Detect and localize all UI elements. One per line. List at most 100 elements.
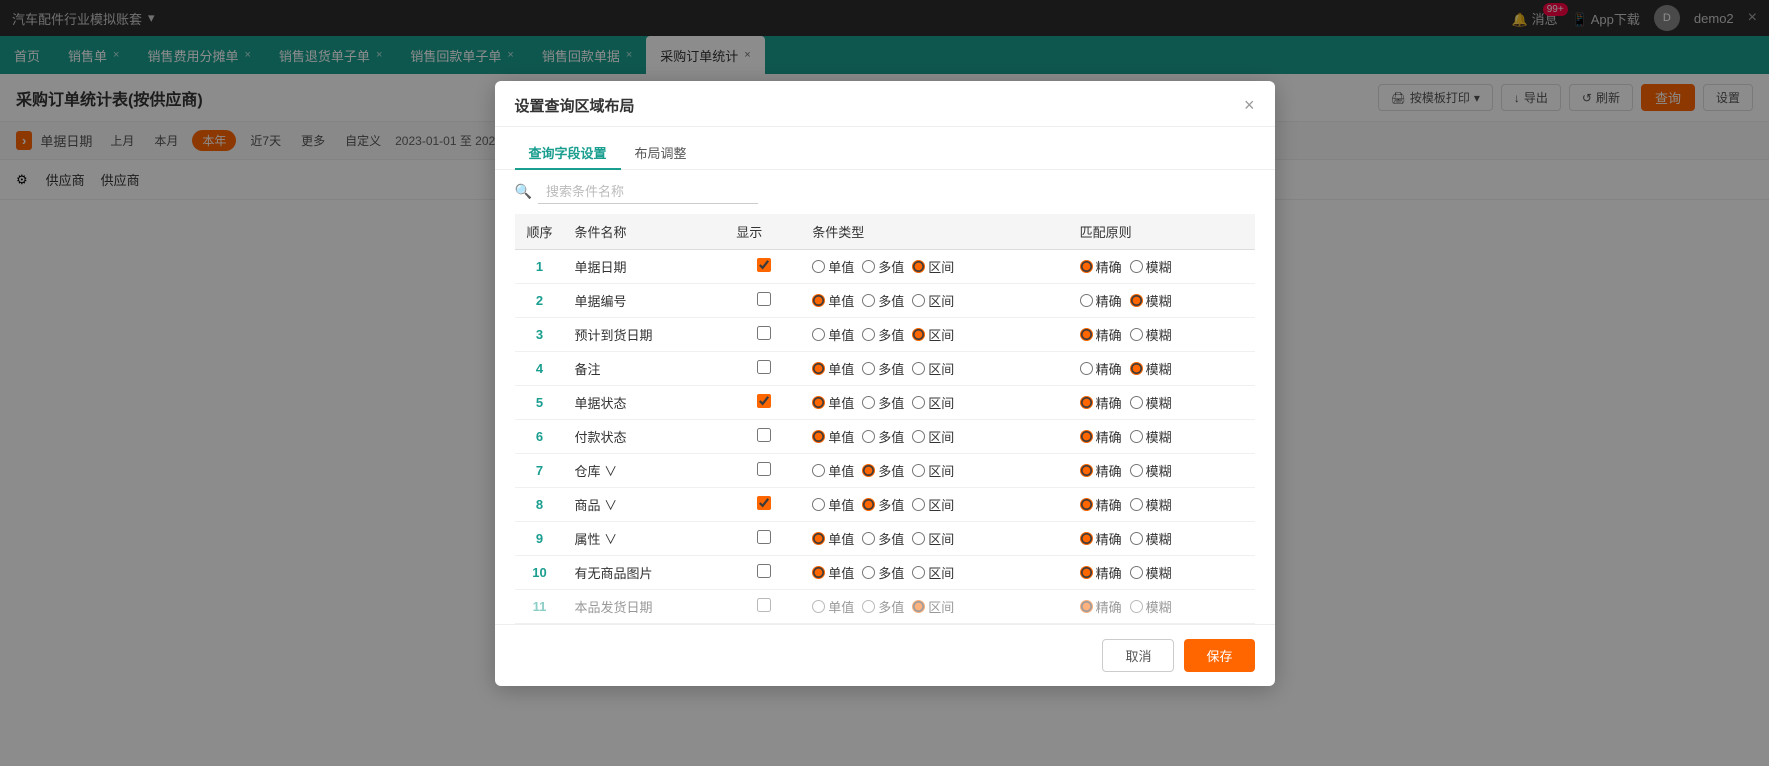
type-option-多值-5[interactable]: 多值	[862, 393, 904, 412]
match-option-精确-2[interactable]: 精确	[1080, 291, 1122, 310]
type-option-单值-7[interactable]: 单值	[812, 461, 854, 480]
row-display-3[interactable]	[726, 317, 802, 351]
type-option-区间-10[interactable]: 区间	[912, 563, 954, 582]
type-radio-单值-9[interactable]	[812, 532, 825, 545]
row-display-8[interactable]	[726, 487, 802, 521]
type-radio-多值-4[interactable]	[862, 362, 875, 375]
match-radio-精确-5[interactable]	[1080, 396, 1093, 409]
type-radio-区间-2[interactable]	[912, 294, 925, 307]
match-radio-模糊-8[interactable]	[1130, 498, 1143, 511]
match-radio-精确-8[interactable]	[1080, 498, 1093, 511]
type-option-多值-2[interactable]: 多值	[862, 291, 904, 310]
display-checkbox-10[interactable]	[757, 564, 771, 578]
type-radio-多值-10[interactable]	[862, 566, 875, 579]
match-radio-模糊-9[interactable]	[1130, 532, 1143, 545]
match-option-精确-11[interactable]: 精确	[1080, 597, 1122, 616]
type-radio-单值-3[interactable]	[812, 328, 825, 341]
type-radio-区间-5[interactable]	[912, 396, 925, 409]
type-option-单值-6[interactable]: 单值	[812, 427, 854, 446]
type-radio-单值-2[interactable]	[812, 294, 825, 307]
match-radio-模糊-6[interactable]	[1130, 430, 1143, 443]
type-option-多值-9[interactable]: 多值	[862, 529, 904, 548]
type-radio-多值-2[interactable]	[862, 294, 875, 307]
type-radio-多值-9[interactable]	[862, 532, 875, 545]
row-display-1[interactable]	[726, 249, 802, 283]
match-option-模糊-9[interactable]: 模糊	[1130, 529, 1172, 548]
match-option-精确-7[interactable]: 精确	[1080, 461, 1122, 480]
match-option-模糊-4[interactable]: 模糊	[1130, 359, 1172, 378]
search-input[interactable]	[538, 180, 758, 204]
match-option-精确-9[interactable]: 精确	[1080, 529, 1122, 548]
type-radio-多值-5[interactable]	[862, 396, 875, 409]
type-option-单值-9[interactable]: 单值	[812, 529, 854, 548]
type-radio-多值-1[interactable]	[862, 260, 875, 273]
row-display-5[interactable]	[726, 385, 802, 419]
type-option-单值-4[interactable]: 单值	[812, 359, 854, 378]
type-option-单值-3[interactable]: 单值	[812, 325, 854, 344]
type-radio-多值-6[interactable]	[862, 430, 875, 443]
type-radio-单值-8[interactable]	[812, 498, 825, 511]
type-radio-区间-11[interactable]	[912, 600, 925, 613]
type-option-多值-8[interactable]: 多值	[862, 495, 904, 514]
type-radio-单值-6[interactable]	[812, 430, 825, 443]
match-option-模糊-3[interactable]: 模糊	[1130, 325, 1172, 344]
row-display-2[interactable]	[726, 283, 802, 317]
match-radio-精确-4[interactable]	[1080, 362, 1093, 375]
type-radio-区间-9[interactable]	[912, 532, 925, 545]
row-display-9[interactable]	[726, 521, 802, 555]
match-option-精确-8[interactable]: 精确	[1080, 495, 1122, 514]
type-radio-多值-11[interactable]	[862, 600, 875, 613]
type-option-多值-4[interactable]: 多值	[862, 359, 904, 378]
type-option-单值-10[interactable]: 单值	[812, 563, 854, 582]
match-option-模糊-5[interactable]: 模糊	[1130, 393, 1172, 412]
type-option-多值-7[interactable]: 多值	[862, 461, 904, 480]
type-radio-单值-10[interactable]	[812, 566, 825, 579]
match-radio-模糊-5[interactable]	[1130, 396, 1143, 409]
type-radio-单值-5[interactable]	[812, 396, 825, 409]
display-checkbox-3[interactable]	[757, 326, 771, 340]
type-option-区间-11[interactable]: 区间	[912, 597, 954, 616]
type-radio-单值-11[interactable]	[812, 600, 825, 613]
type-radio-多值-3[interactable]	[862, 328, 875, 341]
match-option-模糊-11[interactable]: 模糊	[1130, 597, 1172, 616]
type-option-多值-10[interactable]: 多值	[862, 563, 904, 582]
dialog-close-btn[interactable]: ×	[1244, 96, 1255, 114]
match-radio-精确-10[interactable]	[1080, 566, 1093, 579]
row-display-4[interactable]	[726, 351, 802, 385]
display-checkbox-1[interactable]	[757, 258, 771, 272]
match-option-精确-5[interactable]: 精确	[1080, 393, 1122, 412]
tab-query-fields[interactable]: 查询字段设置	[515, 137, 621, 170]
display-checkbox-5[interactable]	[757, 394, 771, 408]
type-option-多值-11[interactable]: 多值	[862, 597, 904, 616]
type-option-区间-8[interactable]: 区间	[912, 495, 954, 514]
type-option-区间-2[interactable]: 区间	[912, 291, 954, 310]
type-radio-区间-1[interactable]	[912, 260, 925, 273]
match-option-模糊-10[interactable]: 模糊	[1130, 563, 1172, 582]
display-checkbox-8[interactable]	[757, 496, 771, 510]
type-option-区间-6[interactable]: 区间	[912, 427, 954, 446]
type-option-区间-5[interactable]: 区间	[912, 393, 954, 412]
type-option-单值-1[interactable]: 单值	[812, 257, 854, 276]
match-radio-精确-2[interactable]	[1080, 294, 1093, 307]
display-checkbox-2[interactable]	[757, 292, 771, 306]
type-option-区间-3[interactable]: 区间	[912, 325, 954, 344]
tab-layout-adjust[interactable]: 布局调整	[621, 137, 701, 170]
type-radio-区间-7[interactable]	[912, 464, 925, 477]
match-radio-精确-7[interactable]	[1080, 464, 1093, 477]
display-checkbox-7[interactable]	[757, 462, 771, 476]
cancel-btn[interactable]: 取消	[1102, 639, 1174, 672]
match-radio-精确-11[interactable]	[1080, 600, 1093, 613]
match-option-模糊-2[interactable]: 模糊	[1130, 291, 1172, 310]
type-radio-区间-10[interactable]	[912, 566, 925, 579]
type-radio-单值-7[interactable]	[812, 464, 825, 477]
display-checkbox-6[interactable]	[757, 428, 771, 442]
match-option-精确-1[interactable]: 精确	[1080, 257, 1122, 276]
match-option-模糊-7[interactable]: 模糊	[1130, 461, 1172, 480]
match-radio-模糊-4[interactable]	[1130, 362, 1143, 375]
match-radio-模糊-10[interactable]	[1130, 566, 1143, 579]
match-option-精确-10[interactable]: 精确	[1080, 563, 1122, 582]
match-radio-精确-1[interactable]	[1080, 260, 1093, 273]
match-option-模糊-1[interactable]: 模糊	[1130, 257, 1172, 276]
type-option-区间-1[interactable]: 区间	[912, 257, 954, 276]
type-option-区间-4[interactable]: 区间	[912, 359, 954, 378]
